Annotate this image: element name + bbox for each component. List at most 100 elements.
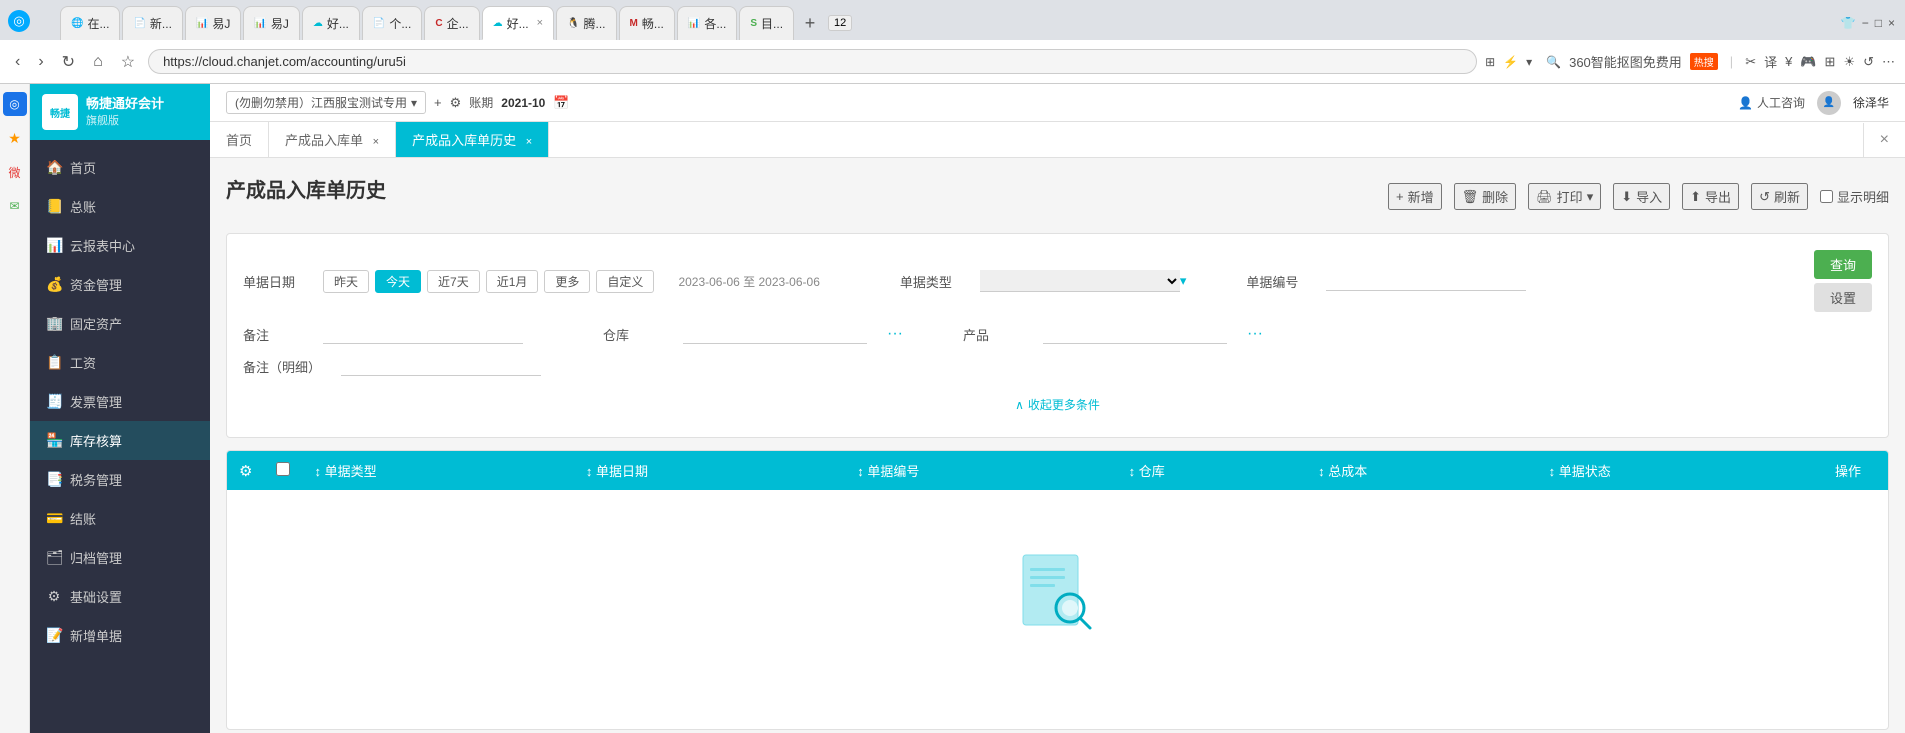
sidebar-item-archive[interactable]: 🗂 归档管理 (30, 538, 210, 577)
table-col-status[interactable]: ↕ 单据状态 (1537, 451, 1808, 490)
table-col-date[interactable]: ↕ 单据日期 (574, 451, 845, 490)
sidebar-item-inventory[interactable]: 🏪 库存核算 (30, 421, 210, 460)
close-panel-button[interactable]: × (1863, 123, 1905, 157)
today-button[interactable]: 今天 (375, 270, 421, 293)
detail-remark-filter-input[interactable] (341, 356, 541, 376)
gamepad-button[interactable]: 🎮 (1800, 54, 1816, 70)
new-tab-button[interactable]: + (796, 9, 824, 37)
number-filter-input[interactable] (1326, 271, 1526, 291)
maximize-button[interactable]: □ (1875, 16, 1882, 30)
account-dropdown-icon: ▾ (411, 96, 417, 110)
list-tab-close-icon[interactable]: × (373, 136, 379, 148)
icon-sidebar: ◎ ★ 微 ✉ (0, 84, 30, 733)
sidebar-item-invoice-label: 发票管理 (70, 392, 122, 411)
yesterday-button[interactable]: 昨天 (323, 270, 369, 293)
warehouse-filter-input[interactable] (683, 324, 867, 344)
scissors-icon[interactable]: ✂ (1745, 54, 1756, 70)
select-all-checkbox[interactable] (276, 462, 290, 476)
grid-button[interactable]: ⊞ (1825, 54, 1836, 70)
sidebar-item-basic-settings[interactable]: ⚙ 基础设置 (30, 577, 210, 616)
product-filter-input[interactable] (1043, 324, 1227, 344)
last7days-button[interactable]: 近7天 (427, 270, 480, 293)
tab-9[interactable]: 🐧 腾... (556, 6, 616, 40)
sidebar-item-settlement[interactable]: 💳 结账 (30, 499, 210, 538)
address-input[interactable] (148, 49, 1477, 74)
refresh-button[interactable]: ↺ 刷新 (1751, 183, 1808, 210)
sidebar-item-general-ledger[interactable]: 📒 总账 (30, 187, 210, 226)
table-gear-icon[interactable]: ⚙ (239, 463, 252, 480)
minimize-button[interactable]: − (1862, 16, 1869, 30)
tab-12[interactable]: S 目... (739, 6, 794, 40)
sidebar-item-payroll[interactable]: 📋 工资 (30, 343, 210, 382)
tab-2[interactable]: 📄 新... (122, 6, 182, 40)
browser-refresh-button[interactable]: ↺ (1863, 54, 1874, 70)
history-tab-close-icon[interactable]: × (526, 136, 532, 148)
filter-settings-button[interactable]: 设置 (1814, 283, 1872, 312)
query-button[interactable]: 查询 (1814, 250, 1872, 279)
refresh-button[interactable]: ↻ (57, 50, 80, 74)
delete-button[interactable]: 🗑 删除 (1454, 183, 1517, 210)
tab-10[interactable]: M 畅... (619, 6, 675, 40)
table-col-total-cost[interactable]: ↕ 总成本 (1306, 451, 1536, 490)
tab-4[interactable]: 📊 易J (243, 6, 299, 40)
tab-3[interactable]: 📊 易J (185, 6, 241, 40)
account-selector[interactable]: (勿删勿禁用）江西服宝测试专用 ▾ (226, 91, 426, 114)
search-label[interactable]: 360智能抠图免费用 (1569, 52, 1682, 71)
last1month-button[interactable]: 近1月 (486, 270, 539, 293)
sidebar-item-new-document[interactable]: 📝 新增单据 (30, 616, 210, 655)
tab-5[interactable]: ☁ 好... (302, 6, 360, 40)
warehouse-more-icon[interactable]: ··· (887, 325, 903, 343)
collapse-button[interactable]: ∧ 收起更多条件 (243, 388, 1872, 421)
icon-sidebar-email[interactable]: ✉ (3, 194, 27, 218)
icon-sidebar-home[interactable]: ◎ (3, 92, 27, 116)
tab-1[interactable]: 🌐 在... (60, 6, 120, 40)
calendar-icon[interactable]: 📅 (553, 95, 569, 111)
tab-8[interactable]: ☁ 好... × (482, 6, 554, 40)
account-settings-icon[interactable]: ⚙ (450, 95, 462, 111)
theme-button[interactable]: ☀ (1843, 54, 1855, 70)
breadcrumb-home[interactable]: 首页 (210, 122, 269, 157)
ai-consult-button[interactable]: 👤 人工咨询 (1738, 94, 1805, 111)
custom-date-button[interactable]: 自定义 (596, 270, 654, 293)
tab-11[interactable]: 📊 各... (677, 6, 737, 40)
tab8-close-icon[interactable]: × (537, 17, 543, 29)
table-col-type[interactable]: ↕ 单据类型 (302, 451, 573, 490)
product-more-icon[interactable]: ··· (1247, 325, 1263, 343)
sidebar-item-fixed-assets[interactable]: 🏢 固定资产 (30, 304, 210, 343)
yen-button[interactable]: ¥ (1785, 54, 1792, 69)
add-button[interactable]: + 新增 (1388, 183, 1442, 210)
bookmark-button[interactable]: ☆ (116, 50, 140, 74)
more-date-button[interactable]: 更多 (544, 270, 590, 293)
tab-count[interactable]: 12 (828, 15, 852, 31)
sidebar-item-invoice[interactable]: 🧾 发票管理 (30, 382, 210, 421)
table-col-warehouse[interactable]: ↕ 仓库 (1117, 451, 1306, 490)
close-button[interactable]: × (1888, 16, 1895, 30)
sidebar-item-report-center[interactable]: 📊 云报表中心 (30, 226, 210, 265)
add-account-button[interactable]: + (434, 95, 442, 110)
table-col-gear[interactable]: ⚙ (227, 451, 264, 490)
display-detail-checkbox[interactable] (1820, 190, 1833, 203)
breadcrumb-list-tab[interactable]: 产成品入库单 × (269, 122, 396, 157)
icon-sidebar-weibo[interactable]: 微 (3, 160, 27, 184)
table-col-number[interactable]: ↕ 单据编号 (845, 451, 1116, 490)
type-filter-select[interactable] (980, 270, 1180, 292)
sidebar-item-tax[interactable]: 📑 税务管理 (30, 460, 210, 499)
back-button[interactable]: ‹ (10, 51, 25, 73)
export-button[interactable]: ⬆ 导出 (1682, 183, 1739, 210)
remark-filter-input[interactable] (323, 324, 523, 344)
forward-button[interactable]: › (33, 51, 48, 73)
print-button[interactable]: 🖨 打印 ▾ (1528, 183, 1601, 210)
sidebar-item-fund-management[interactable]: 💰 资金管理 (30, 265, 210, 304)
browser-settings-button[interactable]: ⋯ (1882, 54, 1895, 70)
icon-sidebar-star[interactable]: ★ (3, 126, 27, 150)
translate-button[interactable]: 译 (1764, 52, 1777, 71)
tab-6[interactable]: 📄 个... (362, 6, 422, 40)
home-button[interactable]: ⌂ (88, 51, 108, 73)
display-detail-checkbox-label[interactable]: 显示明细 (1820, 187, 1889, 206)
sidebar-item-settlement-label: 结账 (70, 509, 96, 528)
import-button[interactable]: ⬇ 导入 (1613, 183, 1670, 210)
breadcrumb-history-tab[interactable]: 产成品入库单历史 × (396, 122, 549, 157)
table-col-check[interactable] (264, 451, 302, 490)
sidebar-item-home[interactable]: 🏠 首页 (30, 148, 210, 187)
tab-7[interactable]: C 企... (424, 6, 479, 40)
